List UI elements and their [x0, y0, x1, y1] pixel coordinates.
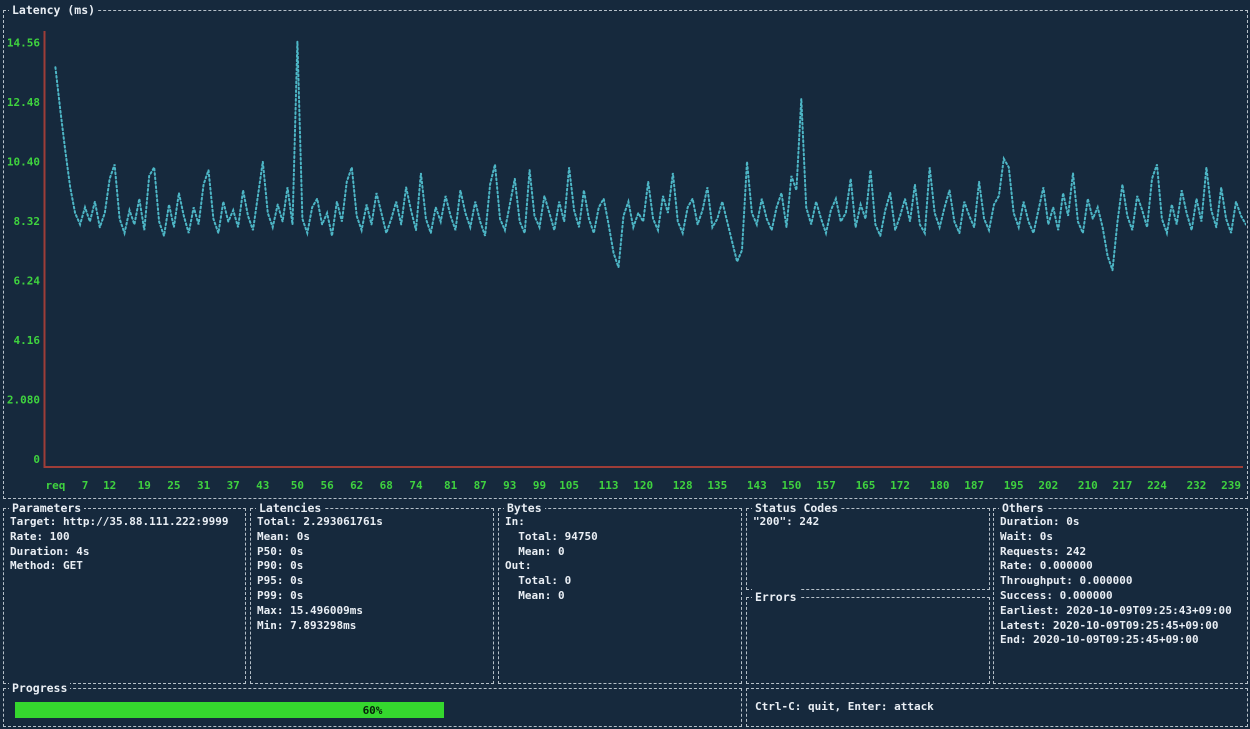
x-tick-label: 232 [1187, 479, 1207, 492]
bytes-panel-title: Bytes [504, 500, 545, 516]
bytes-panel: Bytes In: Total: 94750 Mean: 0 Out: Total… [498, 500, 742, 684]
x-tick-label: 37 [227, 479, 240, 492]
x-tick-label: 224 [1147, 479, 1167, 492]
x-tick-label: 19 [138, 479, 151, 492]
y-tick-label: 12.48 [7, 96, 40, 109]
panel-line: Requests: 242 [1000, 544, 1087, 558]
x-tick-label: 74 [409, 479, 423, 492]
parameters-lines: Target: http://35.88.111.222:9999 Rate: 1… [4, 509, 245, 574]
panel-line: Wait: 0s [1000, 529, 1053, 543]
panel-line: Rate: 0.000000 [1000, 559, 1093, 573]
x-tick-label: 43 [256, 479, 269, 492]
x-tick-label: 195 [1004, 479, 1024, 492]
panel-line: Success: 0.000000 [1000, 588, 1113, 602]
panel-line: "200": 242 [753, 515, 820, 528]
others-panel-title: Others [999, 500, 1047, 516]
x-tick-label: 56 [320, 479, 334, 492]
panel-line: Out: [505, 559, 532, 573]
latency-chart-panel: Latency (ms) 14.56 12.48 10.40 8.32 6.24 4.16… [3, 2, 1248, 499]
x-tick-label: 150 [781, 479, 801, 492]
x-tick-label: 180 [930, 479, 950, 492]
panel-line: Mean: 0s [257, 529, 310, 543]
panel-line: Earliest: 2020-10-09T09:25:43+09:00 [1000, 603, 1232, 617]
bytes-lines: In: Total: 94750 Mean: 0 Out: Total: 0 Me… [499, 509, 741, 604]
y-tick-label: 6.24 [14, 275, 41, 288]
panel-line: End: 2020-10-09T09:25:45+09:00 [1000, 633, 1199, 647]
errors-panel-title: Errors [752, 589, 800, 605]
panel-line: Target: http://35.88.111.222:9999 [10, 515, 229, 528]
y-tick-label: 0 [33, 453, 40, 466]
errors-panel: Errors [746, 589, 990, 684]
y-tick-label: 14.56 [7, 37, 40, 50]
x-tick-label: 12 [103, 479, 116, 492]
x-tick-label: 128 [673, 479, 693, 492]
status-codes-panel-title: Status Codes [752, 500, 842, 516]
status-codes-panel: Status Codes "200": 242 [746, 500, 990, 590]
progress-panel: Progress 60% [3, 680, 742, 727]
x-tick-label: req [45, 479, 65, 492]
panel-line: P90: 0s [257, 559, 304, 573]
x-tick-label: 105 [559, 479, 579, 492]
panel-line: Total: 2.293061761s [257, 515, 383, 528]
panel-line: Method: GET [10, 559, 83, 573]
x-tick-label: 135 [707, 479, 727, 492]
x-tick-label: 68 [380, 479, 393, 492]
latencies-panel-title: Latencies [256, 500, 325, 516]
panel-line: Min: 7.893298ms [257, 618, 357, 632]
help-text: Ctrl-C: quit, Enter: attack [755, 700, 934, 713]
axis-lines [43, 31, 1243, 468]
x-tick-label: 120 [633, 479, 653, 492]
ali-load-tester-terminal[interactable]: { "theme":{ "bg":"#16293d","border":"#b6… [0, 0, 1250, 729]
y-tick-label: 4.16 [14, 334, 41, 347]
panel-line: Rate: 100 [10, 529, 70, 543]
x-tick-label: 99 [533, 479, 546, 492]
others-panel: Others Duration: 0s Wait: 0s Requests: 242… [993, 500, 1248, 684]
x-tick-label: 165 [856, 479, 876, 492]
x-tick-label: 239 [1221, 479, 1241, 492]
x-tick-label: 202 [1038, 479, 1058, 492]
latency-chart: 14.56 12.48 10.40 8.32 6.24 4.16 2.080 0 req 7 12 1… [7, 31, 1246, 492]
latencies-panel: Latencies Total: 2.293061761s Mean: 0s P50… [250, 500, 494, 684]
parameters-panel: Parameters Target: http://35.88.111.222:… [3, 500, 246, 684]
x-tick-label: 25 [167, 479, 180, 492]
panel-line: Throughput: 0.000000 [1000, 574, 1133, 588]
panel-line: Mean: 0 [505, 544, 565, 558]
x-tick-label: 62 [350, 479, 363, 492]
panel-line: Duration: 4s [10, 544, 90, 558]
x-tick-label: 210 [1078, 479, 1098, 492]
y-tick-label: 2.080 [7, 394, 40, 407]
panel-line: P50: 0s [257, 544, 304, 558]
x-tick-label: 7 [82, 479, 89, 492]
x-tick-label: 143 [747, 479, 767, 492]
panel-line: Max: 15.496009ms [257, 603, 363, 617]
progress-label: 60% [362, 704, 383, 717]
latency-series-line [54, 41, 1246, 271]
latencies-lines: Total: 2.293061761s Mean: 0s P50: 0s P90: 0… [251, 509, 493, 633]
others-lines: Duration: 0s Wait: 0s Requests: 242 Rate: 0… [994, 509, 1247, 648]
panel-line: Duration: 0s [1000, 515, 1080, 528]
y-tick-label: 10.40 [7, 156, 40, 169]
progress-panel-title: Progress [9, 680, 71, 696]
panel-line: P95: 0s [257, 574, 304, 588]
panel-line: Mean: 0 [505, 588, 565, 602]
panel-line: P99: 0s [257, 588, 304, 602]
panel-line: Total: 94750 [505, 529, 598, 543]
x-tick-label: 31 [197, 479, 211, 492]
x-tick-label: 217 [1112, 479, 1132, 492]
x-tick-label: 93 [503, 479, 516, 492]
panel-line: Total: 0 [505, 574, 572, 588]
x-tick-label: 172 [890, 479, 910, 492]
x-tick-label: 50 [291, 479, 304, 492]
x-tick-label: 187 [964, 479, 984, 492]
progress-gauge: 60% [15, 702, 730, 718]
panel-line: In: [505, 515, 525, 528]
y-tick-label: 8.32 [14, 215, 41, 228]
x-tick-label: 157 [816, 479, 836, 492]
x-tick-label: 81 [444, 479, 458, 492]
x-tick-label: 87 [474, 479, 487, 492]
panel-line: Latest: 2020-10-09T09:25:45+09:00 [1000, 618, 1219, 632]
parameters-panel-title: Parameters [9, 500, 85, 516]
help-panel: Ctrl-C: quit, Enter: attack [746, 688, 1248, 727]
x-tick-label: 113 [599, 479, 619, 492]
